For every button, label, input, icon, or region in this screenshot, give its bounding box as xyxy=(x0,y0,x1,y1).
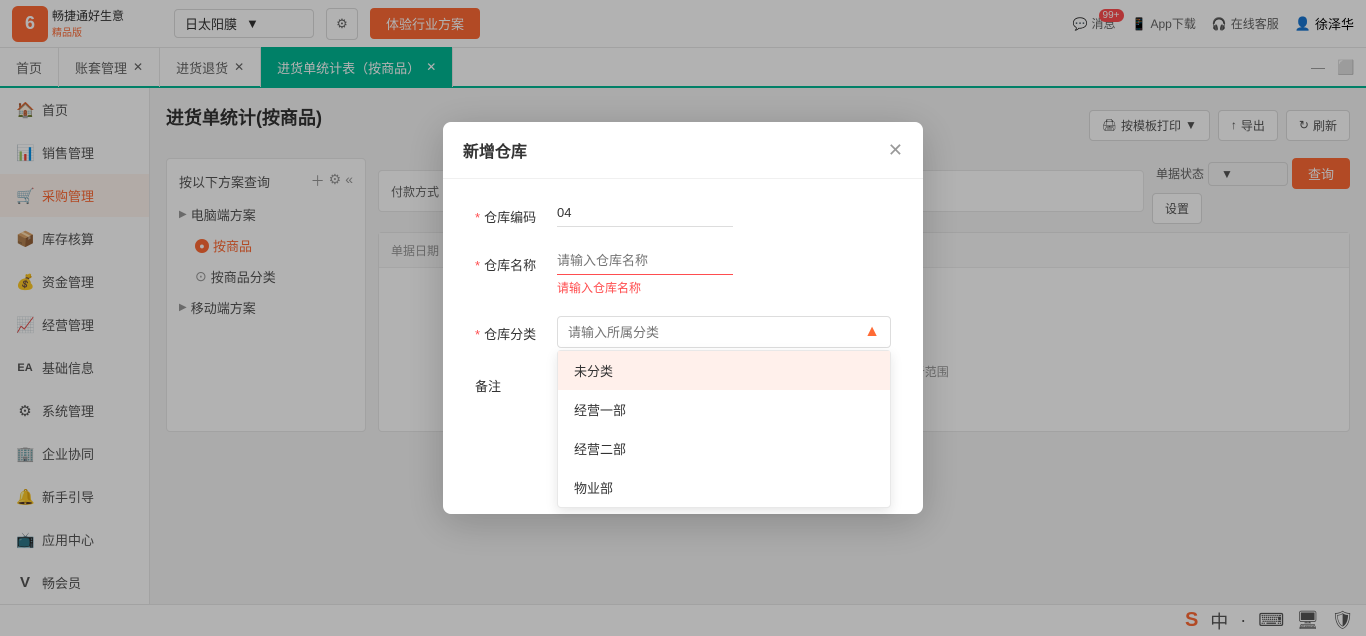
category-input[interactable] xyxy=(568,325,864,340)
form-row-code: 仓库编码 xyxy=(475,199,891,227)
modal-header: 新增仓库 ✕ xyxy=(443,122,923,179)
name-label: 仓库名称 xyxy=(475,247,545,274)
category-option-unclassified[interactable]: 未分类 xyxy=(558,351,890,390)
modal-close-btn[interactable]: ✕ xyxy=(888,140,903,161)
form-row-category: 仓库分类 ▲ 未分类 经营一部 经营二部 物业部 xyxy=(475,316,891,348)
category-dropdown: 未分类 经营一部 经营二部 物业部 xyxy=(557,350,891,508)
chevron-up-icon: ▲ xyxy=(864,323,880,341)
name-field-wrap: 请输入仓库名称 xyxy=(557,247,891,296)
name-input[interactable] xyxy=(557,247,733,275)
category-option-dept1[interactable]: 经营一部 xyxy=(558,390,890,429)
category-option-dept2[interactable]: 经营二部 xyxy=(558,429,890,468)
category-wrap: ▲ 未分类 经营一部 经营二部 物业部 xyxy=(557,316,891,348)
code-label: 仓库编码 xyxy=(475,199,545,226)
note-label: 备注 xyxy=(475,368,545,395)
modal-overlay: 新增仓库 ✕ 仓库编码 仓库名称 请输入仓库名称 仓库分类 xyxy=(0,0,1366,636)
category-input-row[interactable]: ▲ xyxy=(557,316,891,348)
code-input[interactable] xyxy=(557,199,733,227)
category-label: 仓库分类 xyxy=(475,316,545,343)
name-error-msg: 请输入仓库名称 xyxy=(557,279,891,296)
modal-title: 新增仓库 xyxy=(463,138,527,162)
form-row-name: 仓库名称 请输入仓库名称 xyxy=(475,247,891,296)
new-warehouse-modal: 新增仓库 ✕ 仓库编码 仓库名称 请输入仓库名称 仓库分类 xyxy=(443,122,923,514)
modal-body: 仓库编码 仓库名称 请输入仓库名称 仓库分类 ▲ xyxy=(443,179,923,458)
category-option-property[interactable]: 物业部 xyxy=(558,468,890,507)
code-field-wrap xyxy=(557,199,891,227)
